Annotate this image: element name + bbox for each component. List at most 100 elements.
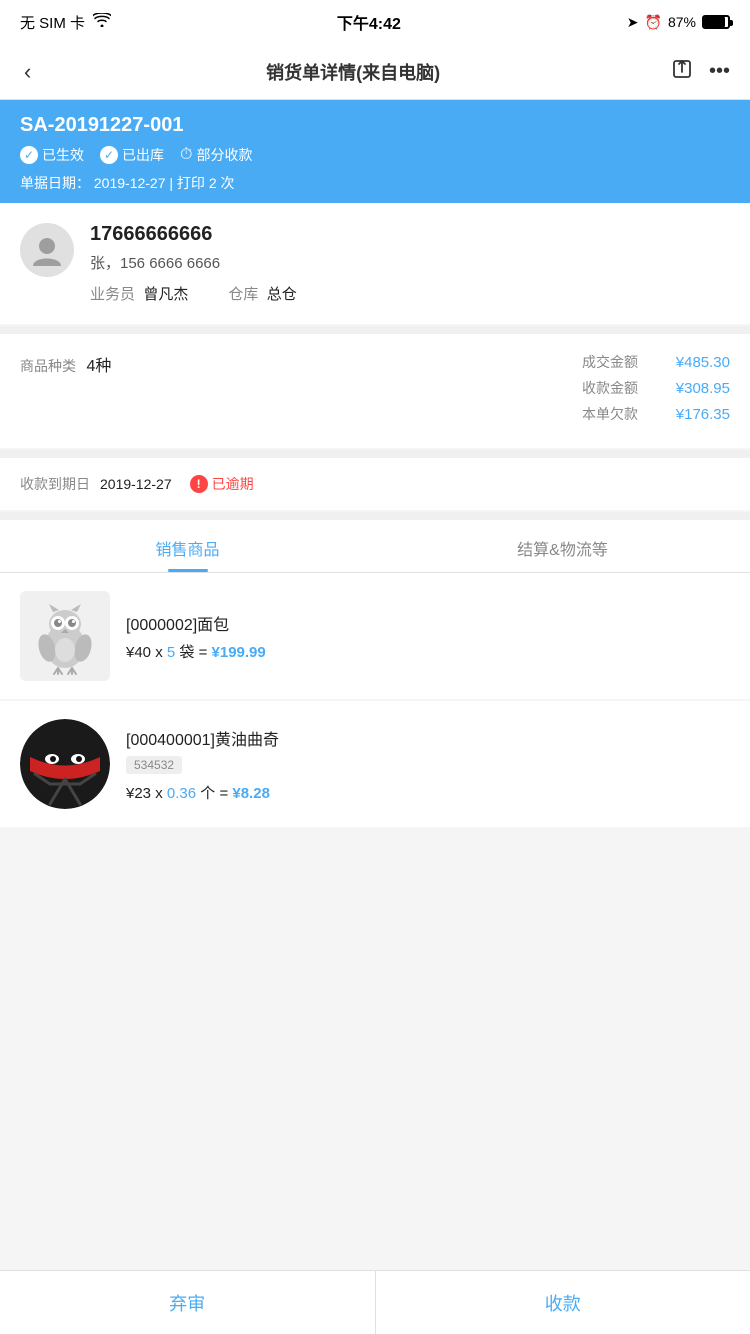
battery-icon [702,15,730,29]
customer-meta: 业务员 曾凡杰 仓库 总仓 [90,283,730,304]
price-unit-2: 个 [200,785,215,802]
location-icon: ➤ [627,14,639,31]
product-details-2: [000400001]黄油曲奇 534532 ¥23 x 0.36 个 = ¥8… [126,726,730,803]
received-label: 收款金额 [582,378,638,398]
ninja-icon [20,719,110,809]
product-name-1: [0000002]面包 [126,611,730,635]
summary-right: 成交金额 ¥485.30 收款金额 ¥308.95 本单欠款 ¥176.35 [582,352,730,430]
type-label: 商品种类 [20,358,76,374]
arrears-label: 本单欠款 [582,404,638,424]
salesperson-info: 业务员 曾凡杰 [90,283,188,304]
avatar [20,223,74,277]
nav-actions: ••• [671,58,730,86]
due-date-value: 2019-12-27 [100,476,172,492]
products-section: [0000002]面包 ¥40 x 5 袋 = ¥199.99 [0,573,750,909]
badge-effected-label: 已生效 [42,145,84,165]
product-details-1: [0000002]面包 ¥40 x 5 袋 = ¥199.99 [126,611,730,662]
due-section: 收款到期日 2019-12-27 ! 已逾期 [0,458,750,510]
price-total-2: ¥8.28 [232,785,270,802]
summary-left: 商品种类 4种 [20,352,111,376]
date-label: 单据日期： [20,175,90,191]
product-price-2: ¥23 x 0.36 个 = ¥8.28 [126,782,730,803]
type-value: 4种 [86,358,111,375]
status-left: 无 SIM 卡 [20,12,111,33]
tab-products[interactable]: 销售商品 [0,520,375,572]
product-price-1: ¥40 x 5 袋 = ¥199.99 [126,641,730,662]
badge-effected: ✓ 已生效 [20,145,84,165]
page-title: 销货单详情(来自电脑) [266,59,440,85]
header-banner: SA-20191227-001 ✓ 已生效 ✓ 已出库 ⏱ 部分收款 单据日期：… [0,100,750,203]
print-info: | 打印 2 次 [169,175,234,191]
product-card-2: [000400001]黄油曲奇 534532 ¥23 x 0.36 个 = ¥8… [0,701,750,827]
price-base-2: ¥23 [126,785,151,802]
collect-payment-button[interactable]: 收款 [376,1271,750,1334]
clock-icon: ⏱ [180,146,192,164]
check-icon-shipped: ✓ [100,146,118,164]
transaction-value: ¥485.30 [650,354,730,371]
transaction-label: 成交金额 [582,352,638,372]
transaction-row: 成交金额 ¥485.30 [582,352,730,372]
order-id: SA-20191227-001 [20,114,730,137]
badge-shipped: ✓ 已出库 [100,145,164,165]
back-button[interactable]: ‹ [20,55,35,89]
badge-partial: ⏱ 部分收款 [180,145,252,165]
product-card-1: [0000002]面包 ¥40 x 5 袋 = ¥199.99 [0,573,750,699]
product-name-2: [000400001]黄油曲奇 [126,726,730,750]
product-image-1 [20,591,110,681]
bottom-spacer [0,829,750,909]
price-x-2: x [155,785,167,802]
order-date-info: 单据日期： 2019-12-27 | 打印 2 次 [20,173,730,193]
warehouse-info: 仓库 总仓 [228,283,296,304]
alarm-icon: ⏰ [645,14,662,31]
price-total-1: ¥199.99 [212,644,266,661]
divider-1 [0,326,750,334]
check-icon-effected: ✓ [20,146,38,164]
salesperson-label: 业务员 [90,286,135,303]
received-value: ¥308.95 [650,380,730,397]
overdue-badge: ! 已逾期 [190,474,254,494]
divider-3 [0,512,750,520]
arrears-row: 本单欠款 ¥176.35 [582,404,730,424]
price-x-1: x [155,644,167,661]
arrears-value: ¥176.35 [650,406,730,423]
status-right: ➤ ⏰ 87% [627,14,730,31]
order-date: 2019-12-27 [94,175,166,191]
carrier-text: 无 SIM 卡 [20,12,85,33]
divider-2 [0,450,750,458]
price-eq-1: = [199,644,212,661]
tabs-section: 销售商品 结算&物流等 [0,520,750,573]
warehouse-value: 总仓 [267,286,297,303]
price-eq-2: = [219,785,232,802]
customer-info: 17666666666 张，156 6666 6666 业务员 曾凡杰 仓库 总… [90,223,730,304]
bottom-actions: 弃审 收款 [0,1270,750,1334]
wifi-icon [93,13,111,31]
price-qty-1: 5 [167,644,175,661]
overdue-icon: ! [190,475,208,493]
more-icon[interactable]: ••• [709,60,730,83]
customer-name-phone: 张，156 6666 6666 [90,252,730,273]
product-sku-2: 534532 [126,756,182,774]
cancel-review-button[interactable]: 弃审 [0,1271,376,1334]
overdue-label: 已逾期 [212,474,254,494]
status-time: 下午4:42 [337,10,401,34]
owl-placeholder-icon [25,596,105,676]
badge-shipped-label: 已出库 [122,145,164,165]
warehouse-label: 仓库 [228,286,258,303]
nav-bar: ‹ 销货单详情(来自电脑) ••• [0,44,750,100]
due-label: 收款到期日 [20,474,90,494]
price-qty-2: 0.36 [167,785,196,802]
received-row: 收款金额 ¥308.95 [582,378,730,398]
customer-id: 17666666666 [90,223,730,246]
price-unit-1: 袋 [179,644,194,661]
status-bar: 无 SIM 卡 下午4:42 ➤ ⏰ 87% [0,0,750,44]
price-base-1: ¥40 [126,644,151,661]
badge-partial-label: 部分收款 [196,145,252,165]
salesperson-value: 曾凡杰 [143,286,188,303]
product-image-2 [20,719,110,809]
battery-percent: 87% [668,14,696,30]
customer-section: 17666666666 张，156 6666 6666 业务员 曾凡杰 仓库 总… [0,203,750,324]
summary-section: 商品种类 4种 成交金额 ¥485.30 收款金额 ¥308.95 本单欠款 ¥… [0,334,750,448]
tab-settlement[interactable]: 结算&物流等 [375,520,750,572]
share-icon[interactable] [671,58,693,86]
status-badges: ✓ 已生效 ✓ 已出库 ⏱ 部分收款 [20,145,730,165]
